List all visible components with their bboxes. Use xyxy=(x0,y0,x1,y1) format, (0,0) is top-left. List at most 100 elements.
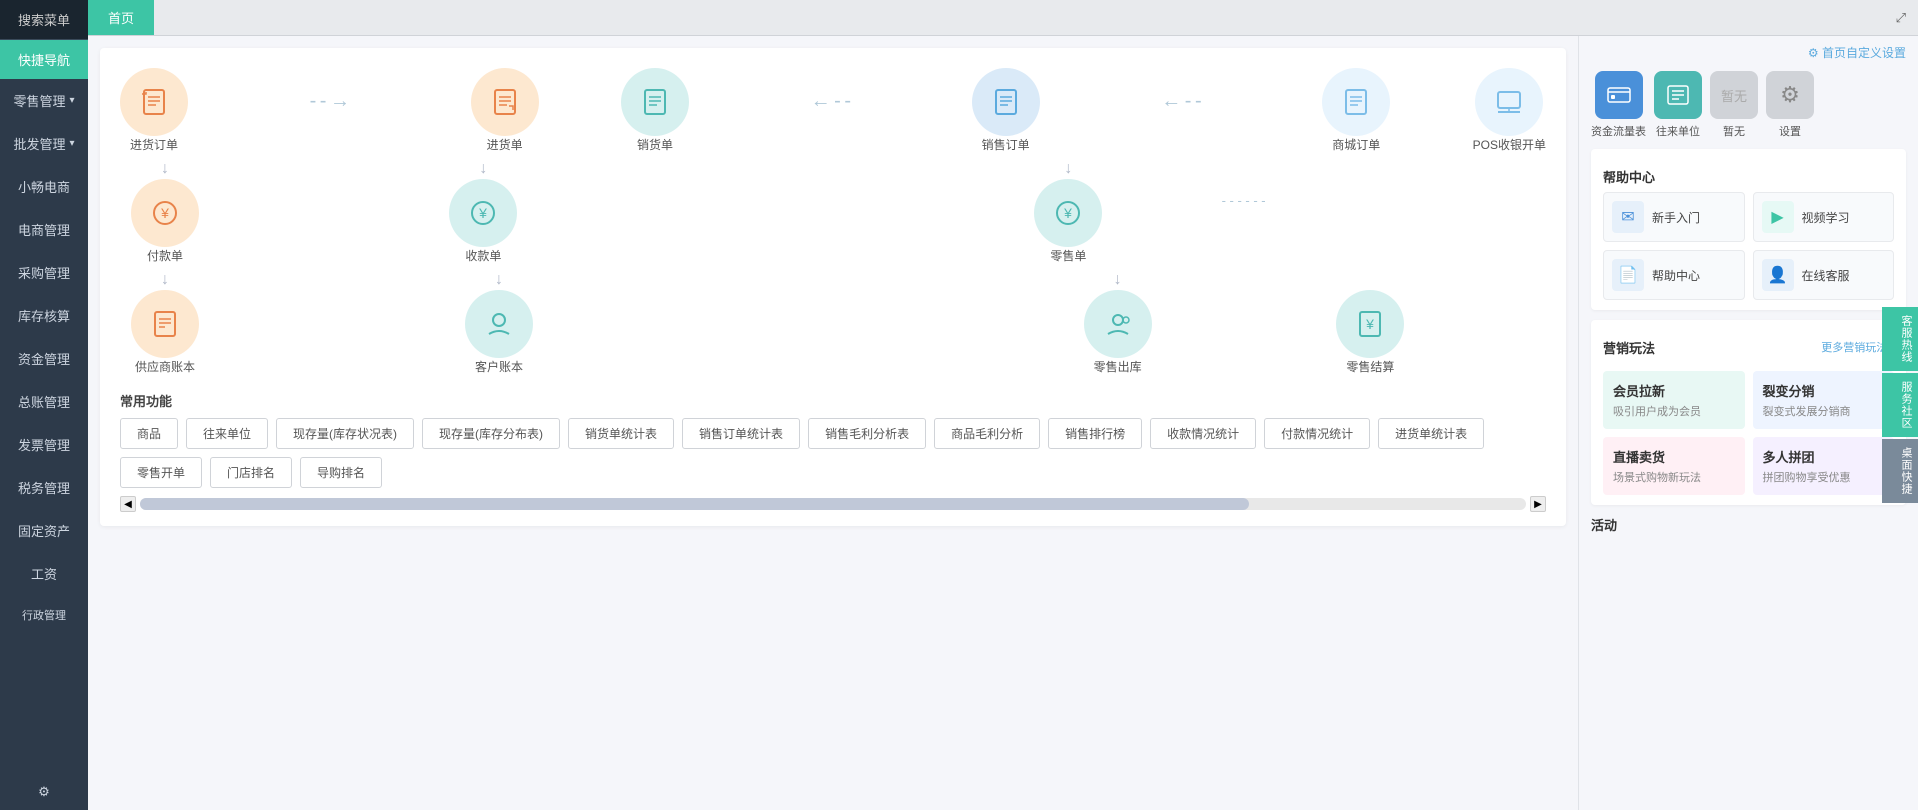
marketing-group[interactable]: 多人拼团 拼团购物享受优惠 xyxy=(1753,437,1895,495)
marketing-header: 营销玩法 更多营销玩法 › xyxy=(1603,330,1894,363)
sidebar-item-inventory[interactable]: 库存核算 xyxy=(0,294,88,337)
payment-label[interactable]: 付款单 xyxy=(147,247,183,264)
common-func-title: 常用功能 xyxy=(120,391,1546,410)
marketing-live[interactable]: 直播卖货 场景式购物新玩法 xyxy=(1603,437,1745,495)
sidebar-item-label: 固定资产 xyxy=(18,521,70,540)
sidebar-item-finance[interactable]: 资金管理 xyxy=(0,337,88,380)
help-center-item-label: 帮助中心 xyxy=(1652,267,1700,284)
qa-none[interactable]: 暂无 暂无 xyxy=(1710,71,1758,139)
func-grid: 商品 往来单位 现存量(库存状况表) 现存量(库存分布表) 销货单统计表 销售订… xyxy=(120,418,1546,488)
flow-node-sale[interactable]: 销货单 xyxy=(621,68,689,153)
retail-settle-label[interactable]: 零售结算 xyxy=(1346,358,1394,375)
gear-icon: ⚙ xyxy=(38,784,50,799)
sidebar-item-tax[interactable]: 税务管理 xyxy=(0,466,88,509)
func-btn-retail-order[interactable]: 零售开单 xyxy=(120,457,202,488)
sale-order-label: 销售订单 xyxy=(982,136,1030,153)
help-video[interactable]: ▶ 视频学习 xyxy=(1753,192,1895,242)
sidebar-item-label: 批发管理 xyxy=(13,134,65,153)
arrow-1: - - → xyxy=(192,90,467,113)
sidebar-item-purchase[interactable]: 采购管理 xyxy=(0,251,88,294)
sidebar-item-ecommerce-small[interactable]: 小畅电商 xyxy=(0,165,88,208)
float-btn-community[interactable]: 服务社区 xyxy=(1882,373,1918,437)
help-icon: 📄 xyxy=(1612,259,1644,291)
qa-cashflow[interactable]: 资金流量表 xyxy=(1591,71,1646,139)
func-btn-sale-rank[interactable]: 销售排行榜 xyxy=(1048,418,1142,449)
none-icon: 暂无 xyxy=(1710,71,1758,119)
flow-col1-r3: ↓ 供应商账本 xyxy=(120,270,210,375)
help-online[interactable]: 👤 在线客服 xyxy=(1753,250,1895,300)
scroll-left-btn[interactable]: ◀ xyxy=(120,496,136,512)
down-arrow-7: ↓ xyxy=(1114,272,1122,288)
live-title: 直播卖货 xyxy=(1613,447,1735,466)
func-btn-sale-profit[interactable]: 销售毛利分析表 xyxy=(808,418,926,449)
flow-node-purchase[interactable]: 进货单 xyxy=(471,68,539,153)
customer-book-icon xyxy=(465,290,533,358)
func-btn-purchase-stat[interactable]: 进货单统计表 xyxy=(1378,418,1484,449)
retail-order-label[interactable]: 零售单 xyxy=(1050,247,1086,264)
help-center-item[interactable]: 📄 帮助中心 xyxy=(1603,250,1745,300)
flow-node-sale-order[interactable]: 销售订单 xyxy=(972,68,1040,153)
scroll-right-btn[interactable]: ▶ xyxy=(1530,496,1546,512)
sidebar-settings[interactable]: ⚙ xyxy=(0,774,88,810)
float-btn-service[interactable]: 客服热线 xyxy=(1882,307,1918,371)
member-title: 会员拉新 xyxy=(1613,381,1735,400)
sidebar-item-wholesale[interactable]: 批发管理 ▾ xyxy=(0,122,88,165)
qa-contacts[interactable]: 往来单位 xyxy=(1654,71,1702,139)
flow-col5-r3: ↓ ¥ 零售结算 xyxy=(1325,270,1415,375)
sidebar-item-salary[interactable]: 工资 xyxy=(0,552,88,595)
group-title: 多人拼团 xyxy=(1763,447,1885,466)
func-btn-payment-stat[interactable]: 付款情况统计 xyxy=(1264,418,1370,449)
quick-nav[interactable]: 快捷导航 xyxy=(0,40,88,79)
scroll-track[interactable] xyxy=(140,498,1526,510)
marketing-grid: 会员拉新 吸引用户成为会员 裂变分销 裂变式发展分销商 直播卖货 场景式购物新玩… xyxy=(1603,371,1894,495)
flow-col2-r3: ↓ 客户账本 xyxy=(454,270,544,375)
func-btn-receipt-stat[interactable]: 收款情况统计 xyxy=(1150,418,1256,449)
marketing-member[interactable]: 会员拉新 吸引用户成为会员 xyxy=(1603,371,1745,429)
retail-settle-icon: ¥ xyxy=(1336,290,1404,358)
flow-node-mall-order[interactable]: 商城订单 xyxy=(1322,68,1390,153)
retail-outbound-label[interactable]: 零售出库 xyxy=(1094,358,1142,375)
func-btn-goods[interactable]: 商品 xyxy=(120,418,178,449)
func-btn-stock1[interactable]: 现存量(库存状况表) xyxy=(276,418,414,449)
sidebar-item-retail[interactable]: 零售管理 ▾ xyxy=(0,79,88,122)
marketing-fission[interactable]: 裂变分销 裂变式发展分销商 xyxy=(1753,371,1895,429)
member-desc: 吸引用户成为会员 xyxy=(1613,403,1735,419)
supplier-book-label[interactable]: 供应商账本 xyxy=(135,358,195,375)
func-btn-guide-rank[interactable]: 导购排名 xyxy=(300,457,382,488)
tab-home[interactable]: 首页 xyxy=(88,0,154,35)
float-btn-desktop[interactable]: 桌面快捷 xyxy=(1882,439,1918,503)
sidebar-item-invoice[interactable]: 发票管理 xyxy=(0,423,88,466)
help-beginner[interactable]: ✉ 新手入门 xyxy=(1603,192,1745,242)
svg-text:¥: ¥ xyxy=(1365,316,1374,332)
flow-col1-r2: ↓ ¥ 付款单 xyxy=(120,159,210,264)
expand-icon[interactable]: ⤢ xyxy=(1884,10,1918,26)
sidebar-item-label: 行政管理 xyxy=(22,607,66,623)
func-btn-store-rank[interactable]: 门店排名 xyxy=(210,457,292,488)
arrow-pos-retail: - - - - - - xyxy=(1113,159,1265,208)
settings-icon-qa: ⚙ xyxy=(1766,71,1814,119)
sidebar-item-ledger[interactable]: 总账管理 xyxy=(0,380,88,423)
online-support-icon: 👤 xyxy=(1762,259,1794,291)
sidebar-item-assets[interactable]: 固定资产 xyxy=(0,509,88,552)
help-center-title: 帮助中心 xyxy=(1603,167,1894,186)
search-menu[interactable]: 搜索菜单 xyxy=(0,0,88,40)
purchase-label: 进货单 xyxy=(487,136,523,153)
func-btn-contacts[interactable]: 往来单位 xyxy=(186,418,268,449)
customer-book-label[interactable]: 客户账本 xyxy=(475,358,523,375)
func-btn-goods-profit[interactable]: 商品毛利分析 xyxy=(934,418,1040,449)
receipt-label[interactable]: 收款单 xyxy=(465,247,501,264)
func-btn-sale-stat[interactable]: 销货单统计表 xyxy=(568,418,674,449)
home-setting-link[interactable]: ⚙ 首页自定义设置 xyxy=(1591,44,1906,61)
cashflow-icon xyxy=(1595,71,1643,119)
flow-col4-r3: ↓ 零售出库 xyxy=(1073,270,1163,375)
retail-order-icon: ¥ xyxy=(1034,179,1102,247)
flow-node-pos[interactable]: POS收银开单 xyxy=(1473,68,1546,153)
purchase-order-label: 进货订单 xyxy=(130,136,178,153)
func-btn-stock2[interactable]: 现存量(库存分布表) xyxy=(422,418,560,449)
sidebar-item-ecommerce-mgmt[interactable]: 电商管理 xyxy=(0,208,88,251)
sidebar-item-admin[interactable]: 行政管理 xyxy=(0,595,88,635)
func-btn-sale-order-stat[interactable]: 销售订单统计表 xyxy=(682,418,800,449)
flow-node-purchase-order[interactable]: 进货订单 xyxy=(120,68,188,153)
beginner-label: 新手入门 xyxy=(1652,209,1700,226)
qa-settings[interactable]: ⚙ 设置 xyxy=(1766,71,1814,139)
